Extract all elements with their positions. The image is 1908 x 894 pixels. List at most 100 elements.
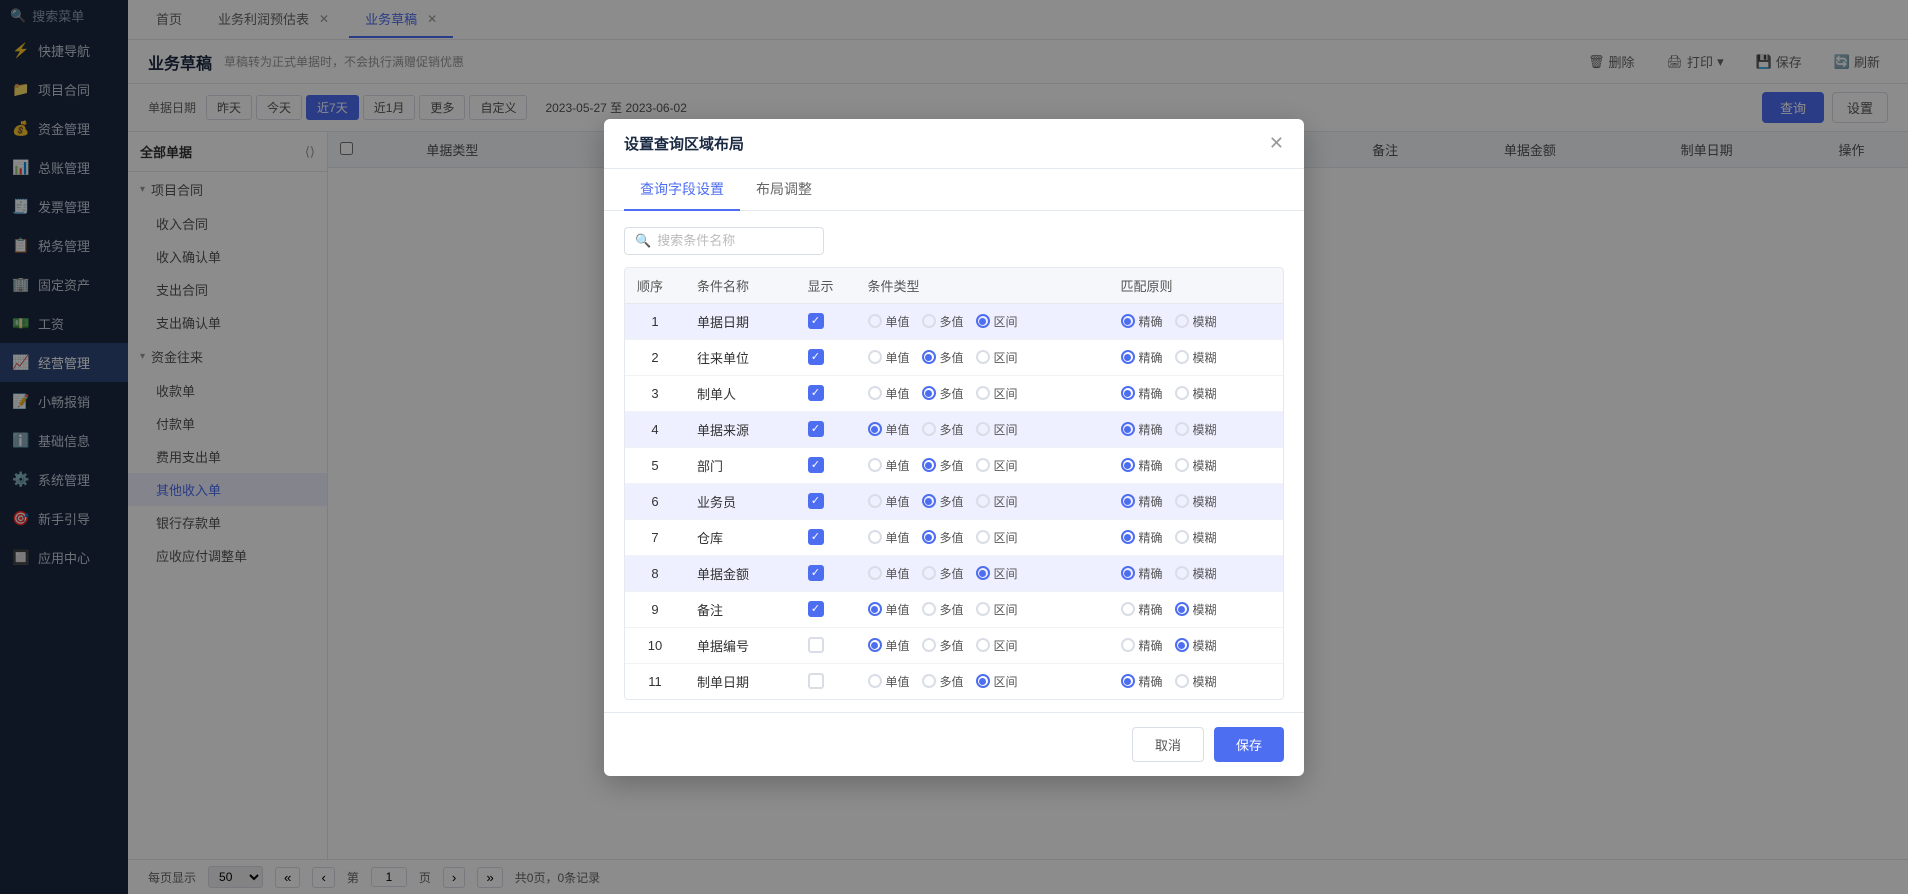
radio-type-range-2[interactable]: 区间 <box>976 349 1018 366</box>
cell-name: 备注 <box>685 591 796 627</box>
cell-display[interactable] <box>796 555 856 591</box>
radio-match-precise-11[interactable]: 精确 <box>1121 673 1163 690</box>
modal-header: 设置查询区域布局 ✕ <box>604 119 1304 169</box>
modal-tab-layout-adjust[interactable]: 布局调整 <box>740 169 828 211</box>
cell-condition-type: 单值多值区间 <box>856 591 1109 627</box>
modal-save-button[interactable]: 保存 <box>1214 727 1284 762</box>
radio-match-fuzzy-9[interactable]: 模糊 <box>1175 601 1217 618</box>
radio-match-fuzzy-3[interactable]: 模糊 <box>1175 385 1217 402</box>
radio-match-precise-7[interactable]: 精确 <box>1121 529 1163 546</box>
cell-order: 6 <box>625 483 685 519</box>
cell-display[interactable] <box>796 591 856 627</box>
modal-col-match_rule: 匹配原则 <box>1109 268 1284 304</box>
radio-type-multi-6[interactable]: 多值 <box>922 493 964 510</box>
modal-col-display: 显示 <box>796 268 856 304</box>
display-checkbox-6[interactable] <box>808 493 824 509</box>
modal-search-input[interactable] <box>657 233 807 248</box>
cell-display[interactable] <box>796 627 856 663</box>
modal-tab-field-settings[interactable]: 查询字段设置 <box>624 169 740 211</box>
display-checkbox-2[interactable] <box>808 349 824 365</box>
cancel-button[interactable]: 取消 <box>1132 727 1204 762</box>
radio-match-precise-8[interactable]: 精确 <box>1121 565 1163 582</box>
radio-match-fuzzy-8[interactable]: 模糊 <box>1175 565 1217 582</box>
radio-type-single-7[interactable]: 单值 <box>868 529 910 546</box>
radio-match-precise-5[interactable]: 精确 <box>1121 457 1163 474</box>
radio-match-precise-3[interactable]: 精确 <box>1121 385 1163 402</box>
radio-match-precise-1[interactable]: 精确 <box>1121 313 1163 330</box>
radio-match-fuzzy-10[interactable]: 模糊 <box>1175 637 1217 654</box>
radio-match-fuzzy-5[interactable]: 模糊 <box>1175 457 1217 474</box>
radio-type-multi-9[interactable]: 多值 <box>922 601 964 618</box>
radio-match-fuzzy-4[interactable]: 模糊 <box>1175 421 1217 438</box>
radio-type-single-2[interactable]: 单值 <box>868 349 910 366</box>
cell-condition-type: 单值多值区间 <box>856 483 1109 519</box>
cell-condition-type: 单值多值区间 <box>856 447 1109 483</box>
radio-match-precise-4[interactable]: 精确 <box>1121 421 1163 438</box>
cell-display[interactable] <box>796 483 856 519</box>
radio-type-single-3[interactable]: 单值 <box>868 385 910 402</box>
radio-type-single-9[interactable]: 单值 <box>868 601 910 618</box>
radio-match-precise-9[interactable]: 精确 <box>1121 601 1163 618</box>
display-checkbox-5[interactable] <box>808 457 824 473</box>
radio-match-precise-6[interactable]: 精确 <box>1121 493 1163 510</box>
radio-type-range-7[interactable]: 区间 <box>976 529 1018 546</box>
cell-name: 部门 <box>685 447 796 483</box>
radio-type-range-8[interactable]: 区间 <box>976 565 1018 582</box>
display-checkbox-9[interactable] <box>808 601 824 617</box>
display-checkbox-3[interactable] <box>808 385 824 401</box>
radio-match-precise-2[interactable]: 精确 <box>1121 349 1163 366</box>
cell-order: 9 <box>625 591 685 627</box>
radio-match-precise-10[interactable]: 精确 <box>1121 637 1163 654</box>
radio-type-multi-8[interactable]: 多值 <box>922 565 964 582</box>
radio-type-single-1[interactable]: 单值 <box>868 313 910 330</box>
radio-match-fuzzy-1[interactable]: 模糊 <box>1175 313 1217 330</box>
cell-name: 单据金额 <box>685 555 796 591</box>
cell-order: 1 <box>625 303 685 339</box>
radio-type-multi-3[interactable]: 多值 <box>922 385 964 402</box>
radio-type-single-10[interactable]: 单值 <box>868 637 910 654</box>
display-checkbox-1[interactable] <box>808 313 824 329</box>
radio-type-range-11[interactable]: 区间 <box>976 673 1018 690</box>
cell-display[interactable] <box>796 303 856 339</box>
display-checkbox-10[interactable] <box>808 637 824 653</box>
radio-type-multi-5[interactable]: 多值 <box>922 457 964 474</box>
cell-condition-type: 单值多值区间 <box>856 555 1109 591</box>
radio-type-multi-11[interactable]: 多值 <box>922 673 964 690</box>
radio-type-single-4[interactable]: 单值 <box>868 421 910 438</box>
radio-type-range-6[interactable]: 区间 <box>976 493 1018 510</box>
radio-type-range-1[interactable]: 区间 <box>976 313 1018 330</box>
display-checkbox-7[interactable] <box>808 529 824 545</box>
table-row: 9备注单值多值区间精确模糊 <box>625 591 1283 627</box>
display-checkbox-11[interactable] <box>808 673 824 689</box>
radio-type-single-11[interactable]: 单值 <box>868 673 910 690</box>
cell-display[interactable] <box>796 339 856 375</box>
radio-type-range-9[interactable]: 区间 <box>976 601 1018 618</box>
radio-match-fuzzy-2[interactable]: 模糊 <box>1175 349 1217 366</box>
radio-type-multi-1[interactable]: 多值 <box>922 313 964 330</box>
modal-close-button[interactable]: ✕ <box>1269 133 1284 154</box>
display-checkbox-8[interactable] <box>808 565 824 581</box>
cell-display[interactable] <box>796 519 856 555</box>
radio-type-multi-10[interactable]: 多值 <box>922 637 964 654</box>
cell-order: 5 <box>625 447 685 483</box>
radio-type-single-6[interactable]: 单值 <box>868 493 910 510</box>
radio-match-fuzzy-11[interactable]: 模糊 <box>1175 673 1217 690</box>
modal-col-order: 顺序 <box>625 268 685 304</box>
radio-match-fuzzy-6[interactable]: 模糊 <box>1175 493 1217 510</box>
radio-type-multi-7[interactable]: 多值 <box>922 529 964 546</box>
radio-type-single-5[interactable]: 单值 <box>868 457 910 474</box>
modal-search-box[interactable]: 🔍 <box>624 227 824 255</box>
display-checkbox-4[interactable] <box>808 421 824 437</box>
radio-type-range-4[interactable]: 区间 <box>976 421 1018 438</box>
radio-type-multi-2[interactable]: 多值 <box>922 349 964 366</box>
cell-display[interactable] <box>796 375 856 411</box>
radio-type-single-8[interactable]: 单值 <box>868 565 910 582</box>
radio-type-range-10[interactable]: 区间 <box>976 637 1018 654</box>
radio-type-multi-4[interactable]: 多值 <box>922 421 964 438</box>
cell-display[interactable] <box>796 447 856 483</box>
cell-display[interactable] <box>796 411 856 447</box>
radio-type-range-5[interactable]: 区间 <box>976 457 1018 474</box>
radio-type-range-3[interactable]: 区间 <box>976 385 1018 402</box>
cell-display[interactable] <box>796 663 856 699</box>
radio-match-fuzzy-7[interactable]: 模糊 <box>1175 529 1217 546</box>
